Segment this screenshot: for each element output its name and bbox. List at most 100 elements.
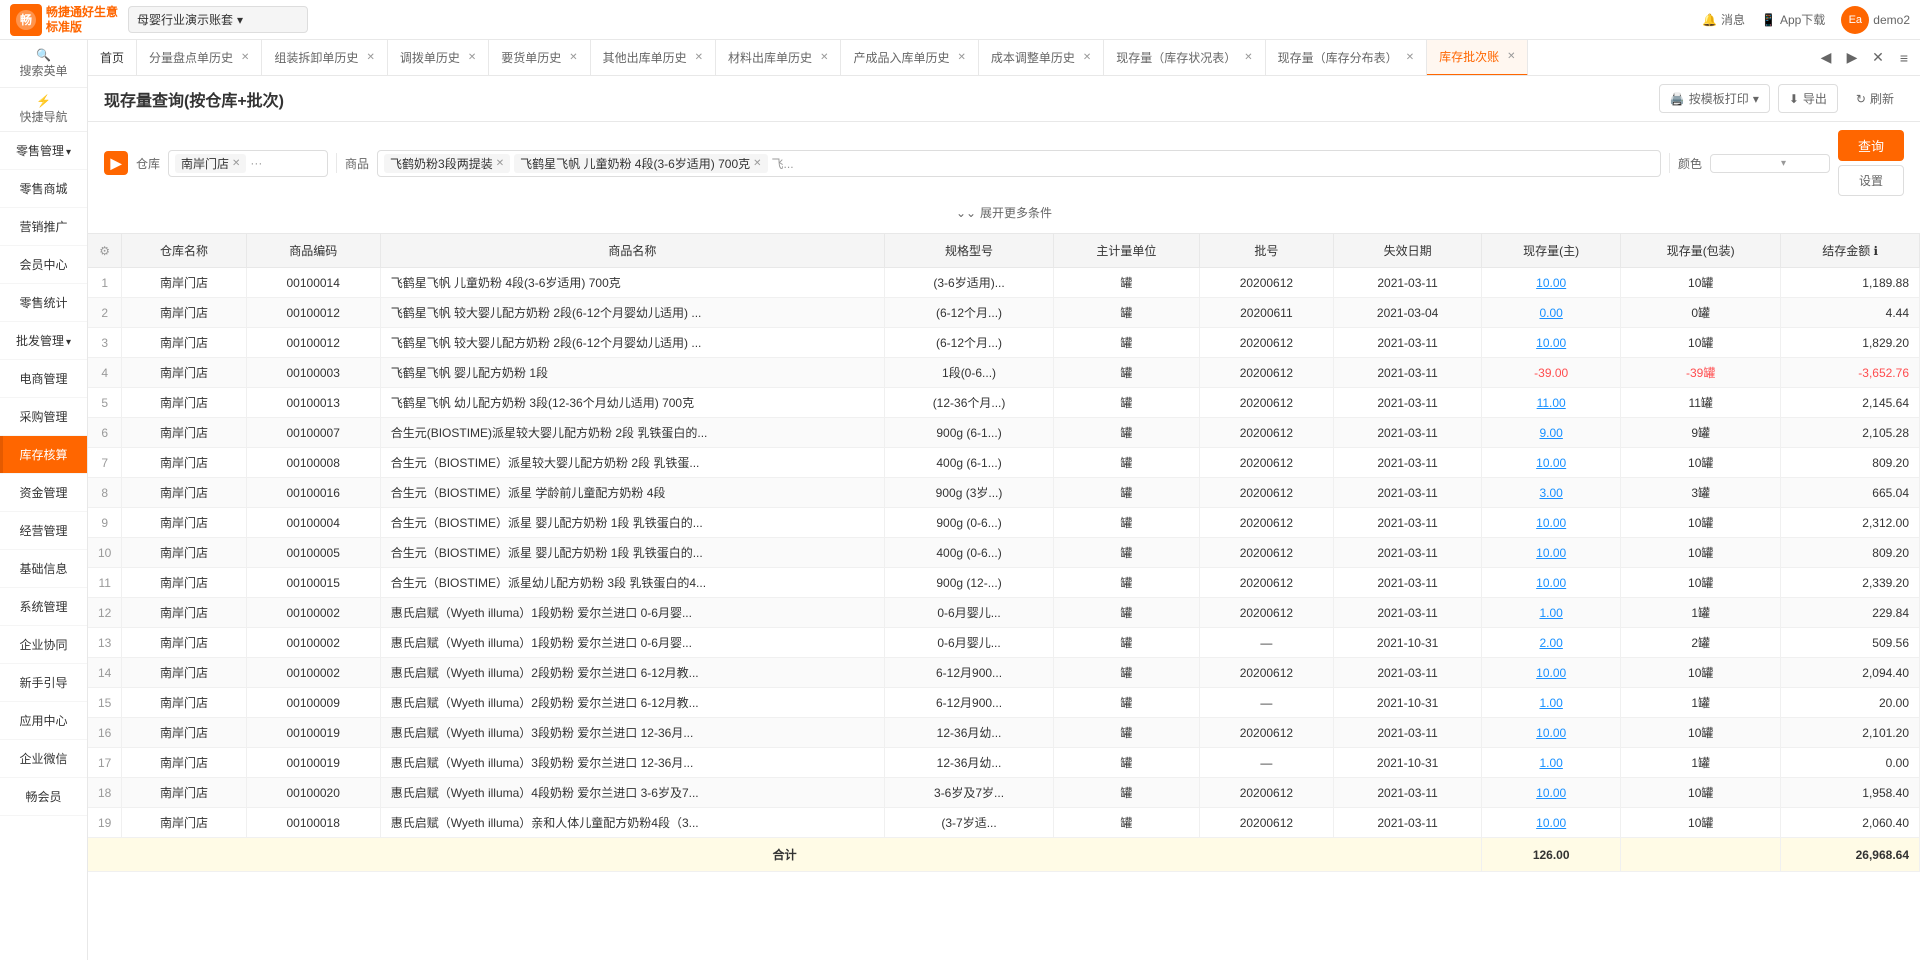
settings-btn[interactable]: 设置	[1838, 165, 1904, 196]
cell-qty-main[interactable]: 10.00	[1482, 658, 1621, 688]
message-btn[interactable]: 🔔 消息	[1702, 11, 1745, 28]
tab-close-qi-ta-chu[interactable]: ✕	[695, 52, 703, 63]
cell-no: 13	[88, 628, 122, 658]
sidebar-item-member[interactable]: 会员中心	[0, 246, 87, 284]
print-btn[interactable]: 🖨️ 按模板打印 ▾	[1659, 84, 1770, 113]
cell-qty-main[interactable]: 10.00	[1482, 778, 1621, 808]
cell-code: 00100019	[246, 718, 380, 748]
table-container[interactable]: ⚙ 仓库名称 商品编码 商品名称 规格型号 主计量单位 批号 失效日期 现存量(…	[88, 234, 1920, 960]
cell-expire: 2021-03-11	[1333, 478, 1481, 508]
tab-xian-cun2[interactable]: 现存量（库存分布表） ✕	[1266, 40, 1427, 76]
cell-qty-main[interactable]: 10.00	[1482, 268, 1621, 298]
cell-qty-main[interactable]: 10.00	[1482, 508, 1621, 538]
warehouse-filter-more[interactable]: ···	[250, 156, 262, 170]
tab-qi-ta-chu[interactable]: 其他出库单历史 ✕	[591, 40, 716, 76]
tab-fen-pan[interactable]: 分量盘点单历史 ✕	[137, 40, 262, 76]
user-menu[interactable]: Ea demo2	[1841, 6, 1910, 34]
warehouse-tag-close[interactable]: ✕	[232, 158, 240, 169]
sidebar-item-corp[interactable]: 企业协同	[0, 626, 87, 664]
tab-menu-btn[interactable]: ≡	[1892, 46, 1916, 70]
cell-qty-main[interactable]: 1.00	[1482, 688, 1621, 718]
product-filter-more[interactable]: 飞...	[772, 155, 794, 172]
cell-qty-main[interactable]: 3.00	[1482, 478, 1621, 508]
cell-qty-main[interactable]: -39.00	[1482, 358, 1621, 388]
cell-name: 合生元（BIOSTIME）派星幼儿配方奶粉 3段 乳铁蛋白的4...	[380, 568, 884, 598]
tab-close-cheng-ben[interactable]: ✕	[1083, 52, 1091, 63]
sidebar-item-new-guide[interactable]: 新手引导	[0, 664, 87, 702]
color-filter-arrow[interactable]: ▾	[1781, 158, 1786, 169]
sidebar-item-marketing[interactable]: 营销推广	[0, 208, 87, 246]
product-tag-1-close[interactable]: ✕	[496, 158, 504, 169]
cell-amount: 2,060.40	[1781, 808, 1920, 838]
sidebar-item-ops[interactable]: 经营管理	[0, 512, 87, 550]
query-btn[interactable]: 查询	[1838, 130, 1904, 161]
sidebar-item-ecom[interactable]: 电商管理	[0, 360, 87, 398]
sidebar-item-basic[interactable]: 基础信息	[0, 550, 87, 588]
sidebar-item-retail[interactable]: 零售管理▾	[0, 132, 87, 170]
app-download-btn[interactable]: 📱 App下载	[1761, 11, 1825, 28]
tab-chan-pin[interactable]: 产成品入库单历史 ✕	[841, 40, 978, 76]
col-settings[interactable]: ⚙	[88, 234, 122, 268]
cell-qty-main[interactable]: 1.00	[1482, 748, 1621, 778]
cell-qty-main[interactable]: 10.00	[1482, 538, 1621, 568]
tab-home[interactable]: 首页	[88, 40, 137, 76]
tab-tiao-bo[interactable]: 调拨单历史 ✕	[388, 40, 489, 76]
tab-close-xian-cun1[interactable]: ✕	[1244, 52, 1252, 63]
cell-qty-pkg: 10罐	[1621, 448, 1781, 478]
sidebar-item-retail-stats[interactable]: 零售统计	[0, 284, 87, 322]
export-btn[interactable]: ⬇ 导出	[1778, 84, 1838, 113]
cell-qty-main[interactable]: 11.00	[1482, 388, 1621, 418]
sidebar-item-purchase[interactable]: 采购管理	[0, 398, 87, 436]
sidebar-item-search[interactable]: 🔍 搜索英单	[0, 40, 87, 88]
tab-close-fen-pan[interactable]: ✕	[241, 52, 249, 63]
sidebar-item-system[interactable]: 系统管理	[0, 588, 87, 626]
tab-close-xian-cun2[interactable]: ✕	[1406, 52, 1414, 63]
tab-close-cai-liao[interactable]: ✕	[820, 52, 828, 63]
sidebar-item-member2[interactable]: 畅会员	[0, 778, 87, 816]
cell-qty-main[interactable]: 9.00	[1482, 418, 1621, 448]
settings-icon[interactable]: ⚙	[99, 244, 110, 258]
tab-yao-huo[interactable]: 要货单历史 ✕	[489, 40, 590, 76]
sidebar-item-finance[interactable]: 资金管理	[0, 474, 87, 512]
cell-qty-main[interactable]: 10.00	[1482, 808, 1621, 838]
tab-ku-pi[interactable]: 库存批次账 ✕	[1427, 40, 1528, 76]
cell-expire: 2021-03-11	[1333, 448, 1481, 478]
tab-close-zu-chai[interactable]: ✕	[366, 52, 374, 63]
sidebar-item-wholesale[interactable]: 批发管理▾	[0, 322, 87, 360]
tab-next-btn[interactable]: ▶	[1840, 46, 1864, 70]
cell-qty-main[interactable]: 1.00	[1482, 598, 1621, 628]
cell-qty-main[interactable]: 10.00	[1482, 328, 1621, 358]
color-filter[interactable]: ▾	[1710, 154, 1830, 173]
sidebar-item-app-center[interactable]: 应用中心	[0, 702, 87, 740]
product-tag-2-close[interactable]: ✕	[753, 158, 761, 169]
cell-qty-main[interactable]: 2.00	[1482, 628, 1621, 658]
refresh-btn[interactable]: ↻ 刷新	[1846, 85, 1904, 112]
cell-qty-main[interactable]: 10.00	[1482, 718, 1621, 748]
tab-close-all-btn[interactable]: ✕	[1866, 46, 1890, 70]
cell-spec: 400g (0-6...)	[885, 538, 1054, 568]
tab-zu-chai[interactable]: 组装拆卸单历史 ✕	[262, 40, 387, 76]
sidebar-item-quick-nav[interactable]: ⚡ 快捷导航	[0, 88, 87, 132]
tab-close-yao-huo[interactable]: ✕	[569, 52, 577, 63]
account-selector[interactable]: 母婴行业演示账套 ▾	[128, 6, 308, 33]
expand-more-btn[interactable]: ⌄⌄ 展开更多条件	[956, 204, 1052, 221]
sidebar-item-corp-wechat[interactable]: 企业微信	[0, 740, 87, 778]
warehouse-filter[interactable]: 南岸门店 ✕ ···	[168, 150, 328, 177]
sidebar-item-retail-shop[interactable]: 零售商城	[0, 170, 87, 208]
tab-close-tiao-bo[interactable]: ✕	[468, 52, 476, 63]
cell-unit: 罐	[1053, 358, 1199, 388]
tab-cai-liao[interactable]: 材料出库单历史 ✕	[716, 40, 841, 76]
filter-expand-btn[interactable]: ▶	[104, 151, 128, 175]
product-filter[interactable]: 飞鹤奶粉3段两提装 ✕ 飞鹤星飞帆 儿童奶粉 4段(3-6岁适用) 700克 ✕…	[377, 150, 1661, 177]
cell-qty-main[interactable]: 10.00	[1482, 448, 1621, 478]
tab-cheng-ben[interactable]: 成本调整单历史 ✕	[979, 40, 1104, 76]
tab-xian-cun1[interactable]: 现存量（库存状况表） ✕	[1104, 40, 1265, 76]
tab-close-ku-pi[interactable]: ✕	[1507, 51, 1515, 62]
sidebar-item-inventory[interactable]: 库存核算	[0, 436, 87, 474]
table-row: 7 南岸门店 00100008 合生元（BIOSTIME）派星较大婴儿配方奶粉 …	[88, 448, 1920, 478]
tab-close-chan-pin[interactable]: ✕	[957, 52, 965, 63]
cell-qty-main[interactable]: 0.00	[1482, 298, 1621, 328]
cell-qty-main[interactable]: 10.00	[1482, 568, 1621, 598]
tab-prev-btn[interactable]: ◀	[1814, 46, 1838, 70]
cell-name: 合生元（BIOSTIME）派星较大婴儿配方奶粉 2段 乳铁蛋...	[380, 448, 884, 478]
